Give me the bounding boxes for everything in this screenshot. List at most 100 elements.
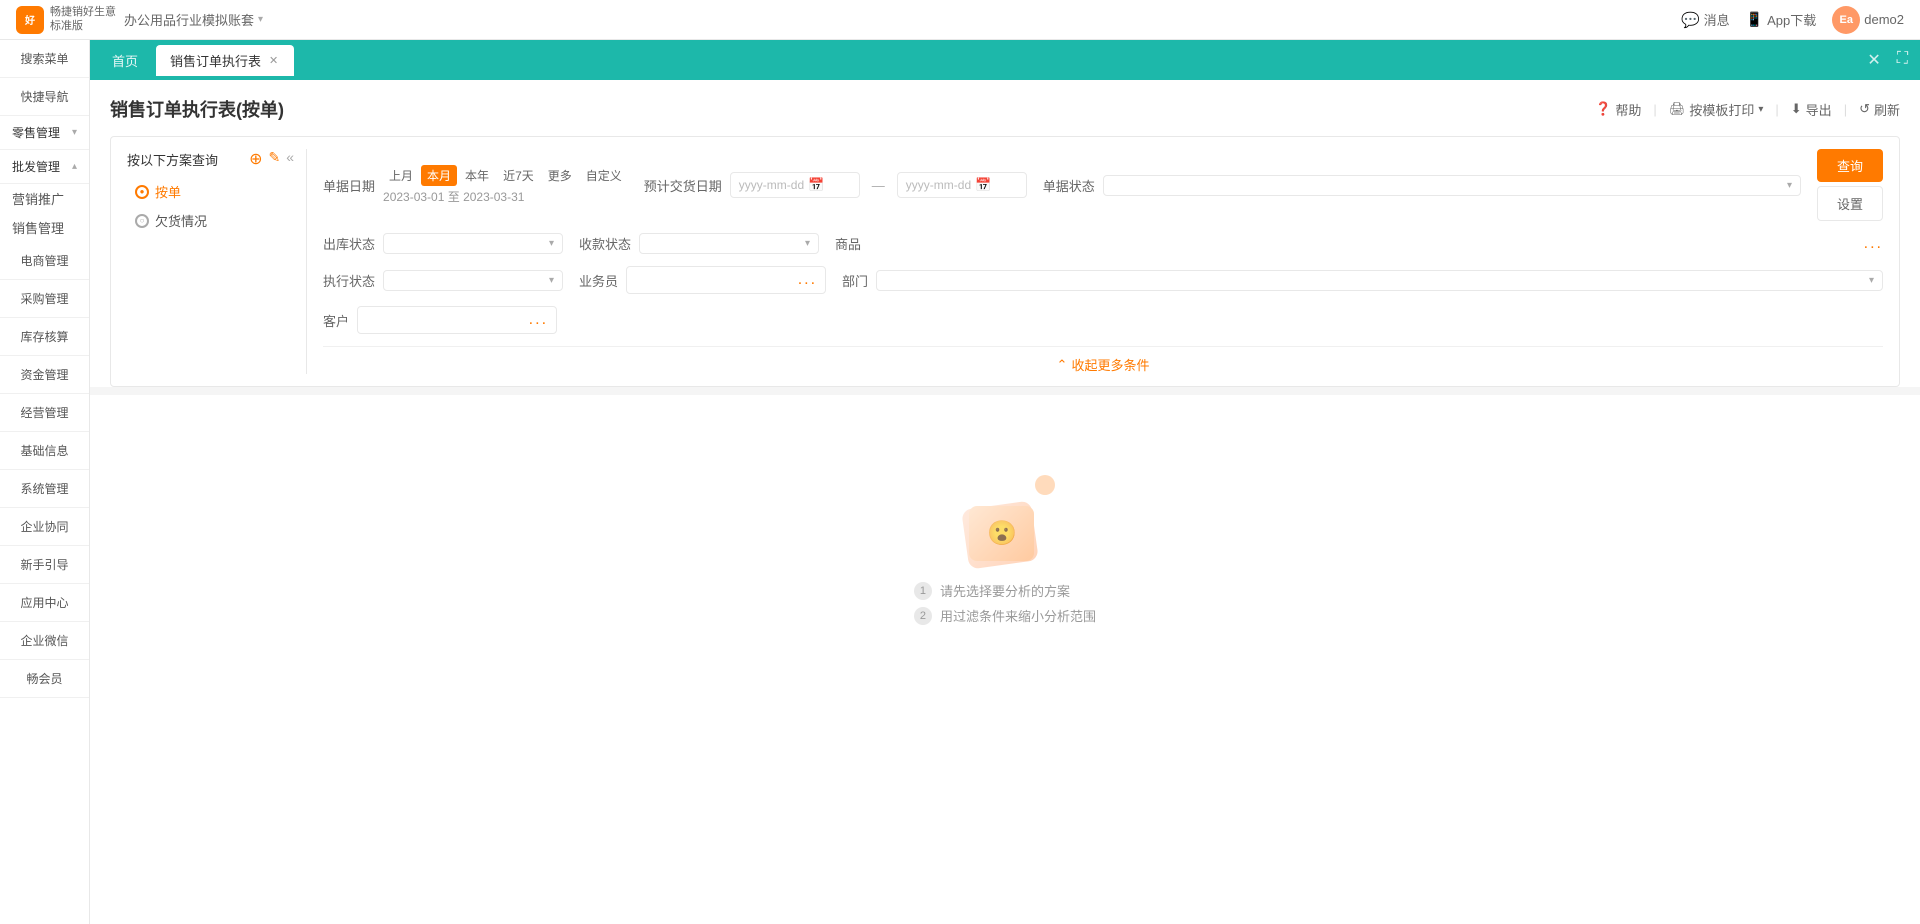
sidebar-item-member[interactable]: 畅会员	[0, 660, 89, 698]
empty-hints: 1 请先选择要分析的方案 2 用过滤条件来缩小分析范围	[914, 581, 1096, 625]
order-status-select[interactable]: ▾	[1103, 175, 1801, 196]
app-download-action[interactable]: 📱 App下载	[1746, 10, 1817, 29]
search-button[interactable]: 查询	[1817, 149, 1883, 182]
payment-status-select[interactable]: ▾	[639, 233, 819, 254]
sidebar-item-basics[interactable]: 基础信息	[0, 432, 89, 470]
tab-close-all-icon[interactable]: ✕	[1863, 46, 1884, 74]
message-action[interactable]: 💬 消息	[1681, 10, 1730, 29]
filter-row-2: 出库状态 ▾ 收款状态	[323, 233, 1883, 254]
print-button[interactable]: 🖨 按模板打印 ▾	[1669, 100, 1764, 119]
filter-scheme-shortage[interactable]: ○ 欠货情况	[131, 206, 294, 235]
date-btn-last-month[interactable]: 上月	[383, 165, 419, 186]
tab-maximize-icon[interactable]: ⛶	[1893, 46, 1912, 74]
page-content: 销售订单执行表(按单) ❓ 帮助 | 🖨 按模板打印 ▾ |	[90, 80, 1920, 924]
dot-orange-icon: ●	[135, 185, 149, 199]
filter-item-exec-status: 执行状态 ▾	[323, 270, 563, 291]
date-btn-7days[interactable]: 近7天	[497, 165, 540, 186]
department-label: 部门	[842, 271, 868, 290]
tab-close-icon[interactable]: ✕	[267, 54, 280, 67]
chevron-down-icon: ▾	[1787, 180, 1792, 191]
logo-text: 畅捷销好生意 标准版	[50, 6, 116, 32]
delivery-date-start-input[interactable]: yyyy-mm-dd 📅	[730, 172, 860, 198]
shipment-status-select[interactable]: ▾	[383, 233, 563, 254]
refresh-button[interactable]: ↺ 刷新	[1859, 100, 1900, 119]
sidebar-item-inventory[interactable]: 库存核算	[0, 318, 89, 356]
empty-illustration: 😮	[955, 475, 1055, 565]
user-action[interactable]: Ea demo2	[1832, 6, 1904, 34]
chevron-down-icon: ▾	[805, 238, 810, 249]
edit-scheme-icon[interactable]: ✎	[268, 149, 280, 169]
chevron-down-icon: ▾	[1869, 275, 1874, 286]
tab-bar: 首页 销售订单执行表 ✕ ✕ ⛶	[90, 40, 1920, 80]
export-icon: ⬇	[1791, 101, 1802, 117]
page-header-actions: ❓ 帮助 | 🖨 按模板打印 ▾ | ⬇ 导出	[1595, 100, 1900, 119]
dot-gray-icon: ○	[135, 214, 149, 228]
chevron-down-icon: ▾	[258, 14, 263, 25]
help-icon: ❓	[1595, 101, 1611, 117]
sidebar-item-system[interactable]: 系统管理	[0, 470, 89, 508]
sidebar-item-purchase[interactable]: 采购管理	[0, 280, 89, 318]
sidebar-item-retail[interactable]: 零售管理 ▾	[0, 116, 89, 150]
sidebar-item-appstore[interactable]: 应用中心	[0, 584, 89, 622]
exec-status-label: 执行状态	[323, 271, 375, 290]
sidebar-item-wechat[interactable]: 企业微信	[0, 622, 89, 660]
date-btn-custom[interactable]: 自定义	[580, 165, 628, 186]
collapse-button[interactable]: ⌃ 收起更多条件	[1057, 355, 1150, 374]
date-btn-this-year[interactable]: 本年	[459, 165, 495, 186]
order-status-label: 单据状态	[1043, 176, 1095, 195]
sidebar-item-operations[interactable]: 经营管理	[0, 394, 89, 432]
filter-right-panel: 单据日期 上月 本月 本年 近7天 更多 自定义	[307, 149, 1883, 374]
logo-area: 好 畅捷销好生意 标准版	[16, 6, 116, 34]
settings-button[interactable]: 设置	[1817, 186, 1883, 221]
department-select[interactable]: ▾	[876, 270, 1883, 291]
chevron-down-icon: ▾	[549, 275, 554, 286]
sidebar-item-enterprise[interactable]: 企业协同	[0, 508, 89, 546]
filter-item-department: 部门 ▾	[842, 270, 1883, 291]
sidebar-sub-item-sales[interactable]: 销售管理	[0, 213, 89, 242]
filter-item-shipment-status: 出库状态 ▾	[323, 233, 563, 254]
search-action-group: 查询 设置	[1817, 149, 1883, 221]
date-btn-more[interactable]: 更多	[542, 165, 578, 186]
chevron-up-icon: ⌃	[1057, 357, 1068, 373]
print-icon: 🖨	[1669, 101, 1686, 117]
salesperson-input[interactable]: ...	[626, 266, 826, 294]
sidebar-item-wholesale[interactable]: 批发管理 ▴	[0, 150, 89, 184]
date-label: 单据日期	[323, 176, 375, 195]
calendar-end-icon: 📅	[975, 177, 991, 193]
box-face-icon: 😮	[977, 513, 1027, 553]
page-title: 销售订单执行表(按单)	[110, 96, 284, 122]
page-header: 销售订单执行表(按单) ❓ 帮助 | 🖨 按模板打印 ▾ |	[110, 96, 1900, 122]
tab-bar-right: ✕ ⛶	[1863, 46, 1912, 74]
date-btn-this-month[interactable]: 本月	[421, 165, 457, 186]
system-selector[interactable]: 办公用品行业模拟账套 ▾	[124, 10, 263, 29]
salesperson-label: 业务员	[579, 271, 618, 290]
sidebar-item-finance[interactable]: 资金管理	[0, 356, 89, 394]
sidebar-sub-item-marketing[interactable]: 营销推广	[0, 184, 89, 213]
sidebar-item-ecommerce[interactable]: 电商管理	[0, 242, 89, 280]
collapse-area: ⌃ 收起更多条件	[323, 346, 1883, 374]
sidebar-item-quicknav[interactable]: 快捷导航	[0, 78, 89, 116]
chevron-down-icon: ▾	[549, 238, 554, 249]
box-bubble	[1035, 475, 1055, 495]
sidebar-item-newguide[interactable]: 新手引导	[0, 546, 89, 584]
date-range-text: 2023-03-01 至 2023-03-31	[383, 188, 628, 205]
delivery-date-end-input[interactable]: yyyy-mm-dd 📅	[897, 172, 1027, 198]
add-scheme-icon[interactable]: ⊕	[249, 149, 262, 169]
exec-status-select[interactable]: ▾	[383, 270, 563, 291]
section-divider	[90, 387, 1920, 395]
help-button[interactable]: ❓ 帮助	[1595, 100, 1641, 119]
sidebar-item-search[interactable]: 搜索菜单	[0, 40, 89, 78]
goods-picker-icon[interactable]: ...	[1864, 235, 1883, 253]
avatar: Ea	[1832, 6, 1860, 34]
filter-item-payment-status: 收款状态 ▾	[579, 233, 819, 254]
filter-item-date: 单据日期 上月 本月 本年 近7天 更多 自定义	[323, 165, 628, 205]
message-icon: 💬	[1681, 11, 1700, 29]
filter-scheme-by-order[interactable]: ● 按单	[131, 177, 294, 206]
tab-home[interactable]: 首页	[98, 45, 152, 76]
filter-item-goods: 商品 ...	[835, 234, 1883, 253]
customer-input[interactable]: ...	[357, 306, 557, 334]
logo-icon: 好	[16, 6, 44, 34]
export-button[interactable]: ⬇ 导出	[1791, 100, 1832, 119]
collapse-panel-icon[interactable]: «	[286, 149, 294, 169]
tab-sales-order[interactable]: 销售订单执行表 ✕	[156, 45, 294, 76]
